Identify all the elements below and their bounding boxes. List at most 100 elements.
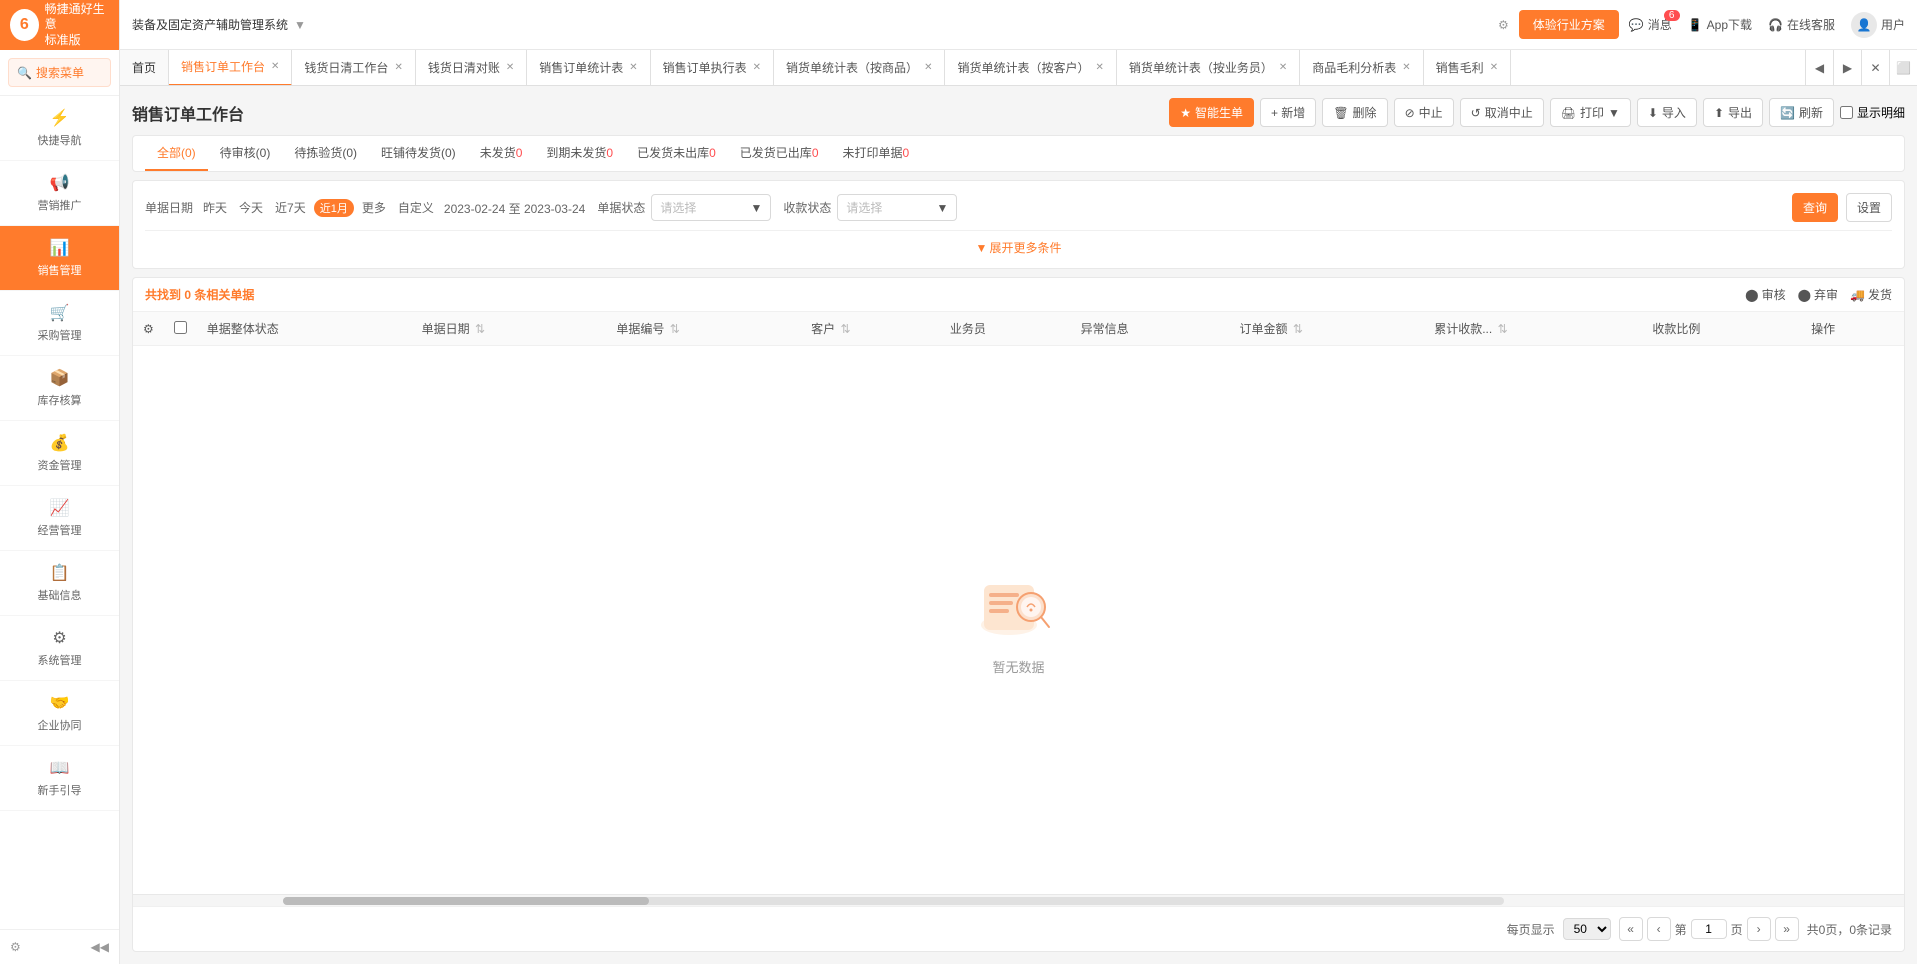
table-checkbox-header[interactable] xyxy=(164,312,197,346)
tab-sales-profit[interactable]: 销售毛利 ✕ xyxy=(1424,50,1511,86)
ship-action-button[interactable]: 🚚 发货 xyxy=(1850,286,1892,303)
topbar-settings-icon[interactable]: ⚙ xyxy=(1498,18,1509,32)
status-select[interactable]: 请选择 ▼ xyxy=(651,194,771,221)
col-collected[interactable]: 累计收款... ⇅ xyxy=(1424,312,1642,346)
tab-home[interactable]: 首页 xyxy=(120,50,169,86)
tab-close-sales-stat-staff[interactable]: ✕ xyxy=(1279,62,1287,73)
filter-tab-wangpu[interactable]: 旺铺待发货(0) xyxy=(369,136,468,171)
sidebar-item-sales[interactable]: 📊 销售管理 xyxy=(0,226,119,291)
refresh-button[interactable]: 🔄 刷新 xyxy=(1769,98,1834,127)
smart-create-button[interactable]: ★ 智能生单 xyxy=(1169,98,1254,127)
col-number[interactable]: 单据编号 ⇅ xyxy=(606,312,801,346)
sidebar-nav: 📢 营销推广 📊 销售管理 🛒 采购管理 📦 库存核算 💰 资金管理 📈 经营管… xyxy=(0,161,119,929)
settings-icon[interactable]: ⚙ xyxy=(10,940,21,954)
show-detail-toggle[interactable]: 显示明细 xyxy=(1840,104,1905,121)
online-service-button[interactable]: 🎧 在线客服 xyxy=(1768,16,1835,33)
filter-tab-shipped-not-out[interactable]: 已发货未出库0 xyxy=(625,136,728,171)
query-button[interactable]: 查询 xyxy=(1792,193,1838,222)
sidebar-item-finance[interactable]: 💰 资金管理 xyxy=(0,421,119,486)
guide-icon: 📖 xyxy=(50,758,70,778)
tab-close-product-margin[interactable]: ✕ xyxy=(1402,62,1410,73)
tab-close-sales-stat[interactable]: ✕ xyxy=(629,62,637,73)
pagination-prev-button[interactable]: ‹ xyxy=(1647,917,1671,941)
tab-sales-workbench[interactable]: 销售订单工作台 ✕ xyxy=(169,50,292,86)
filter-tab-not-shipped[interactable]: 未发货0 xyxy=(468,136,535,171)
filter-tab-overdue[interactable]: 到期未发货0 xyxy=(534,136,625,171)
horizontal-scrollbar[interactable] xyxy=(133,894,1904,906)
print-button[interactable]: 🖨 打印 ▼ xyxy=(1550,98,1631,127)
settings-btn[interactable]: 设置 xyxy=(1846,193,1892,222)
tab-close-sales-exec[interactable]: ✕ xyxy=(753,62,761,73)
message-button[interactable]: 💬 消息 6 xyxy=(1629,16,1672,33)
date-option-today[interactable]: 今天 xyxy=(235,197,267,218)
collapse-icon[interactable]: ◀◀ xyxy=(91,940,109,954)
page-title: 销售订单工作台 xyxy=(132,101,244,125)
pagination-next-button[interactable]: › xyxy=(1747,917,1771,941)
tab-close-sales-workbench[interactable]: ✕ xyxy=(271,61,279,72)
filter-tab-not-printed[interactable]: 未打印单据0 xyxy=(831,136,922,171)
pagination-last-button[interactable]: » xyxy=(1775,917,1799,941)
search-panel: 单据日期 昨天 今天 近7天 近1月 更多 自定义 2023-02-24 至 2… xyxy=(132,180,1905,269)
sidebar-item-enterprise[interactable]: 🤝 企业协同 xyxy=(0,681,119,746)
col-customer[interactable]: 客户 ⇅ xyxy=(801,312,940,346)
sidebar-item-operation[interactable]: 📈 经营管理 xyxy=(0,486,119,551)
date-option-more[interactable]: 更多 xyxy=(358,197,390,218)
import-button[interactable]: ⬇ 导入 xyxy=(1637,98,1697,127)
tab-next-button[interactable]: ▶ xyxy=(1833,50,1861,86)
tab-close-all-button[interactable]: ✕ xyxy=(1861,50,1889,86)
col-date[interactable]: 单据日期 ⇅ xyxy=(412,312,607,346)
tab-maximize-button[interactable]: ⬜ xyxy=(1889,50,1917,86)
select-all-checkbox[interactable] xyxy=(174,321,187,334)
add-button[interactable]: + 新增 xyxy=(1260,98,1316,127)
date-option-1month[interactable]: 近1月 xyxy=(314,199,354,217)
sidebar-item-system[interactable]: ⚙ 系统管理 xyxy=(0,616,119,681)
sidebar-item-purchase[interactable]: 🛒 采购管理 xyxy=(0,291,119,356)
suspend-button[interactable]: ⊘ 中止 xyxy=(1394,98,1454,127)
filter-tab-pending-review[interactable]: 待审核(0) xyxy=(208,136,283,171)
search-menu-button[interactable]: 🔍 搜索菜单 xyxy=(8,58,111,87)
tab-cash-daily[interactable]: 钱货日清工作台 ✕ xyxy=(292,50,415,86)
expand-conditions-button[interactable]: ▼ 展开更多条件 xyxy=(976,239,1062,256)
sidebar-item-basic[interactable]: 📋 基础信息 xyxy=(0,551,119,616)
date-option-custom[interactable]: 自定义 xyxy=(394,197,438,218)
page-number-input[interactable] xyxy=(1691,919,1727,939)
sidebar-item-inventory[interactable]: 📦 库存核算 xyxy=(0,356,119,421)
tab-product-margin[interactable]: 商品毛利分析表 ✕ xyxy=(1300,50,1423,86)
tab-close-sales-profit[interactable]: ✕ xyxy=(1490,62,1498,73)
col-amount[interactable]: 订单金额 ⇅ xyxy=(1229,312,1424,346)
tab-close-cash-daily[interactable]: ✕ xyxy=(394,62,402,73)
tab-close-sales-stat-customer[interactable]: ✕ xyxy=(1095,62,1103,73)
tab-close-sales-stat-product[interactable]: ✕ xyxy=(924,62,932,73)
cancel-review-action-button[interactable]: ⬤ 弃审 xyxy=(1798,286,1838,303)
tab-close-cash-reconcile[interactable]: ✕ xyxy=(506,62,514,73)
delete-button[interactable]: 🗑 删除 xyxy=(1322,98,1387,127)
tab-sales-stat-staff[interactable]: 销货单统计表（按业务员） ✕ xyxy=(1117,50,1300,86)
filter-tab-all[interactable]: 全部(0) xyxy=(145,136,208,171)
payment-select[interactable]: 请选择 ▼ xyxy=(837,194,957,221)
pagination-first-button[interactable]: « xyxy=(1619,917,1643,941)
sidebar-item-marketing[interactable]: 📢 营销推广 xyxy=(0,161,119,226)
tab-cash-reconcile[interactable]: 钱货日清对账 ✕ xyxy=(416,50,527,86)
tab-sales-exec-table[interactable]: 销售订单执行表 ✕ xyxy=(651,50,774,86)
show-detail-checkbox[interactable] xyxy=(1840,106,1853,119)
app-download-button[interactable]: 📱 App下载 xyxy=(1688,16,1752,33)
review-action-button[interactable]: ⬤ 审核 xyxy=(1745,286,1785,303)
cancel-suspend-button[interactable]: ↺ 取消中止 xyxy=(1460,98,1544,127)
date-option-7days[interactable]: 近7天 xyxy=(271,197,310,218)
table-settings-header[interactable]: ⚙ xyxy=(133,312,164,346)
tab-sales-stat-table[interactable]: 销售订单统计表 ✕ xyxy=(527,50,650,86)
sidebar-item-guide[interactable]: 📖 新手引导 xyxy=(0,746,119,811)
scroll-thumb[interactable] xyxy=(283,897,649,905)
cancel-review-icon: ⬤ xyxy=(1798,288,1811,302)
tab-prev-button[interactable]: ◀ xyxy=(1805,50,1833,86)
per-page-select[interactable]: 50 xyxy=(1563,918,1611,940)
sidebar-item-quick-nav[interactable]: ⚡ 快捷导航 xyxy=(0,96,119,161)
user-menu[interactable]: 👤 用户 xyxy=(1851,12,1905,38)
filter-tab-shipped-out[interactable]: 已发货已出库0 xyxy=(728,136,831,171)
tab-sales-stat-customer[interactable]: 销货单统计表（按客户） ✕ xyxy=(945,50,1116,86)
export-button[interactable]: ⬆ 导出 xyxy=(1703,98,1763,127)
industry-solution-button[interactable]: 体验行业方案 xyxy=(1519,10,1619,39)
date-option-yesterday[interactable]: 昨天 xyxy=(199,197,231,218)
filter-tab-pending-inspect[interactable]: 待拣验货(0) xyxy=(282,136,369,171)
tab-sales-stat-product[interactable]: 销货单统计表（按商品） ✕ xyxy=(774,50,945,86)
